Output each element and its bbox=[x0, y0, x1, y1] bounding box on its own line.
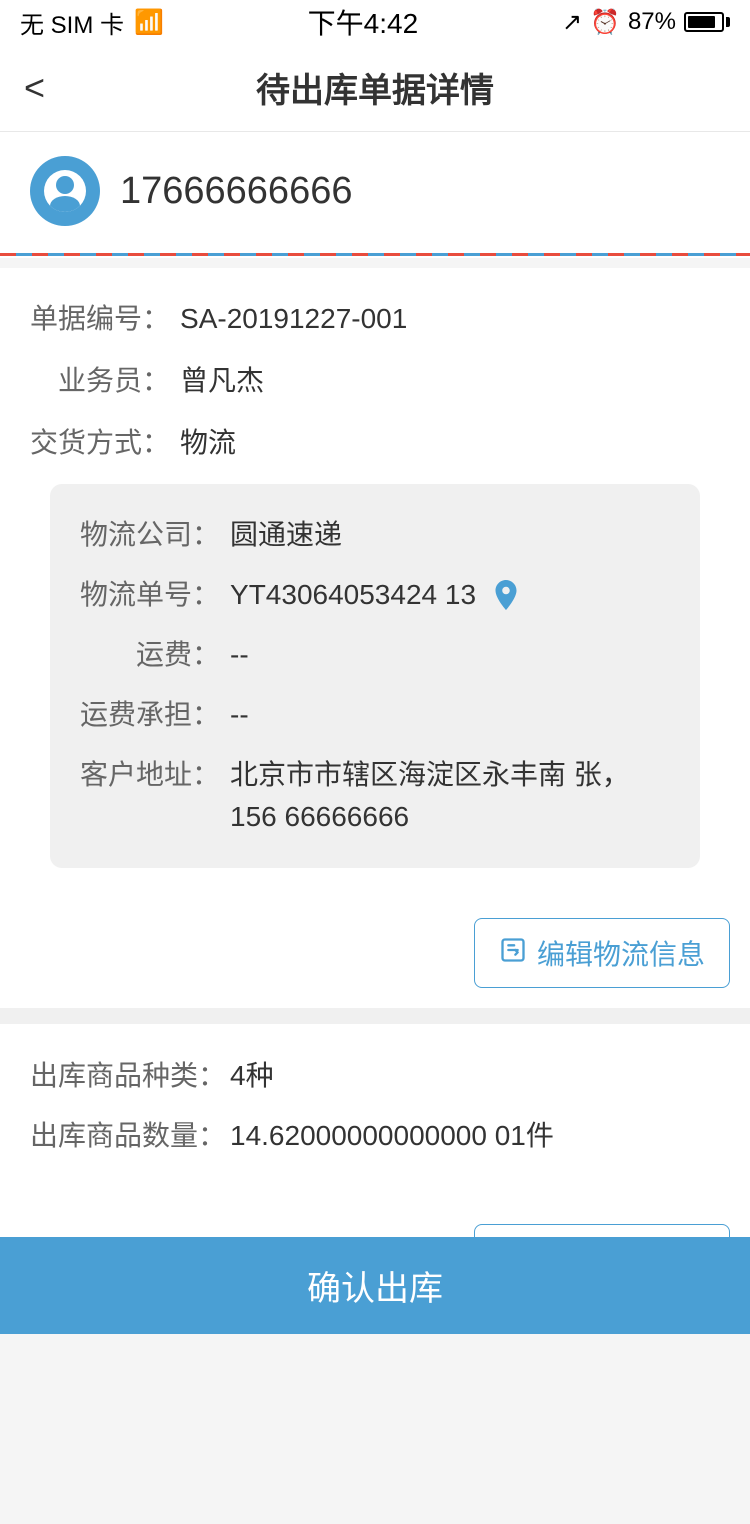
salesman-label: 业务员： bbox=[30, 360, 170, 402]
tracking-number: YT43064053424 13 bbox=[230, 574, 476, 616]
freight-bear-label: 运费承担： bbox=[80, 694, 220, 736]
logistics-company-row: 物流公司： 圆通速递 bbox=[80, 514, 670, 556]
edit-btn-wrap: 编辑物流信息 bbox=[0, 898, 750, 1008]
status-time: 下午4:42 bbox=[308, 2, 419, 42]
logistics-tracking-row: 物流单号： YT43064053424 13 bbox=[80, 574, 670, 616]
customer-section: 17666666666 bbox=[0, 132, 750, 250]
logistics-tracking-label: 物流单号： bbox=[80, 574, 220, 616]
user-icon bbox=[44, 170, 86, 212]
section-separator bbox=[0, 1008, 750, 1024]
goods-types-row: 出库商品种类： 4种 bbox=[30, 1054, 720, 1094]
goods-quantity-value: 14.62000000000000 01件 bbox=[230, 1114, 554, 1154]
status-right: ↗ ⏰ 87% bbox=[562, 8, 730, 37]
address-row: 客户地址： 北京市市辖区海淀区永丰南 张，156 66666666 bbox=[80, 754, 670, 838]
goods-types-label: 出库商品种类： bbox=[30, 1054, 230, 1094]
page-title: 待出库单据详情 bbox=[256, 63, 494, 112]
location-arrow-icon: ↗ bbox=[562, 8, 582, 37]
wifi-icon: 📶 bbox=[134, 8, 164, 37]
freight-value: -- bbox=[230, 634, 670, 676]
order-number-label: 单据编号： bbox=[30, 298, 170, 340]
battery-percent: 87% bbox=[628, 8, 676, 36]
dashed-divider bbox=[0, 250, 750, 258]
goods-quantity-row: 出库商品数量： 14.62000000000000 01件 bbox=[30, 1114, 720, 1154]
logistics-tracking-value: YT43064053424 13 bbox=[230, 574, 670, 616]
avatar bbox=[30, 156, 100, 226]
edit-icon bbox=[499, 936, 527, 971]
order-number-value: SA-20191227-001 bbox=[180, 298, 720, 340]
nav-bar: < 待出库单据详情 bbox=[0, 44, 750, 132]
freight-label: 运费： bbox=[80, 634, 220, 676]
address-label: 客户地址： bbox=[80, 754, 220, 796]
delivery-label: 交货方式： bbox=[30, 422, 170, 464]
edit-logistics-label: 编辑物流信息 bbox=[537, 933, 705, 973]
customer-phone: 17666666666 bbox=[120, 170, 352, 213]
alarm-icon: ⏰ bbox=[590, 8, 620, 37]
delivery-row: 交货方式： 物流 bbox=[30, 422, 720, 464]
map-pin-icon[interactable] bbox=[488, 577, 524, 613]
empty-space bbox=[0, 1324, 750, 1524]
goods-quantity-label: 出库商品数量： bbox=[30, 1114, 230, 1154]
battery-icon bbox=[684, 12, 730, 32]
address-value: 北京市市辖区海淀区永丰南 张，156 66666666 bbox=[230, 754, 670, 838]
confirm-btn-wrap: 确认出库 bbox=[0, 1237, 750, 1334]
status-bar: 无 SIM 卡 📶 下午4:42 ↗ ⏰ 87% bbox=[0, 0, 750, 44]
freight-bear-value: -- bbox=[230, 694, 670, 736]
edit-logistics-button[interactable]: 编辑物流信息 bbox=[474, 918, 730, 988]
order-info-section: 单据编号： SA-20191227-001 业务员： 曾凡杰 交货方式： 物流 … bbox=[0, 268, 750, 898]
freight-bear-row: 运费承担： -- bbox=[80, 694, 670, 736]
delivery-value: 物流 bbox=[180, 422, 720, 464]
confirm-outbound-button[interactable]: 确认出库 bbox=[0, 1261, 750, 1310]
goods-types-value: 4种 bbox=[230, 1054, 274, 1094]
carrier-text: 无 SIM 卡 bbox=[20, 5, 124, 40]
logistics-company-value: 圆通速递 bbox=[230, 514, 670, 556]
status-left: 无 SIM 卡 📶 bbox=[20, 5, 164, 40]
back-button[interactable]: < bbox=[24, 67, 45, 109]
order-number-row: 单据编号： SA-20191227-001 bbox=[30, 298, 720, 340]
freight-row: 运费： -- bbox=[80, 634, 670, 676]
logistics-card: 物流公司： 圆通速递 物流单号： YT43064053424 13 运费： --… bbox=[50, 484, 700, 868]
salesman-value: 曾凡杰 bbox=[180, 360, 720, 402]
salesman-row: 业务员： 曾凡杰 bbox=[30, 360, 720, 402]
logistics-company-label: 物流公司： bbox=[80, 514, 220, 556]
goods-section: 出库商品种类： 4种 出库商品数量： 14.62000000000000 01件 bbox=[0, 1024, 750, 1204]
